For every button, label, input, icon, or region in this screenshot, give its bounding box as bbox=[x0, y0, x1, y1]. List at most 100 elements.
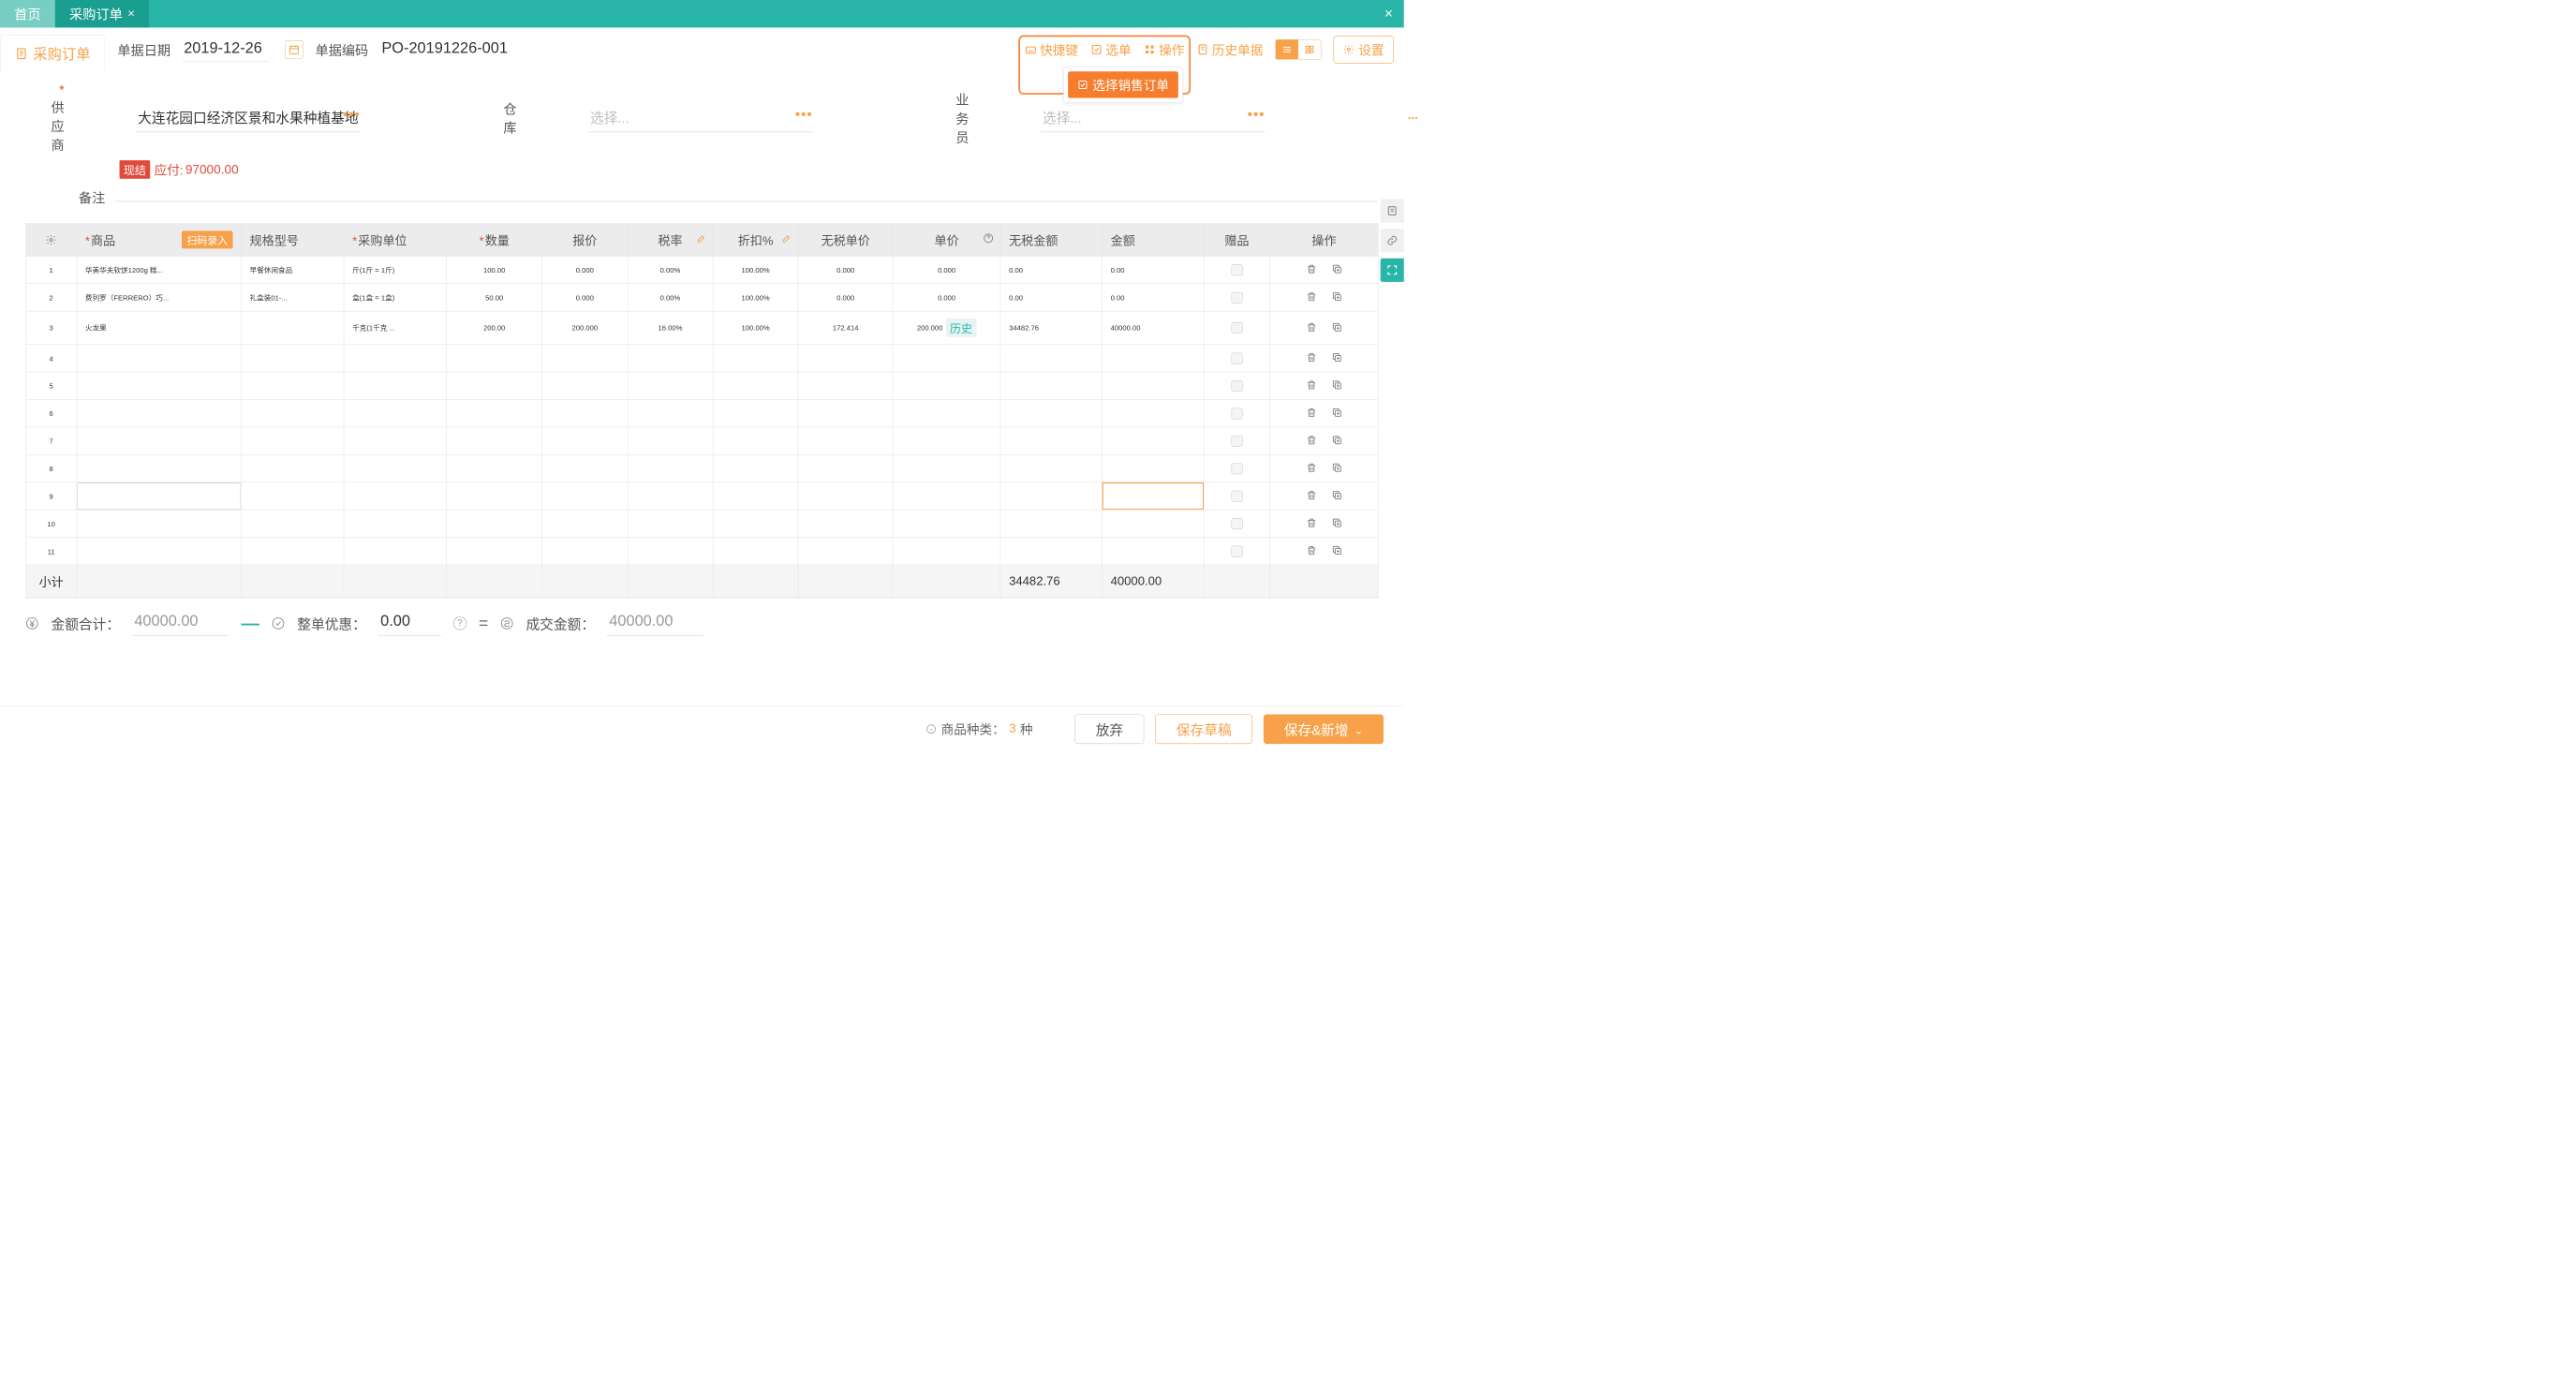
warehouse-more-icon[interactable]: ••• bbox=[795, 107, 813, 123]
cell-discount[interactable]: 100.00% bbox=[713, 257, 798, 284]
table-row[interactable]: 10 bbox=[26, 510, 1378, 537]
table-row[interactable]: 4 bbox=[26, 345, 1378, 372]
cell-qty[interactable]: 50.00 bbox=[447, 284, 542, 311]
select-doc-link[interactable]: 选单 bbox=[1090, 40, 1132, 59]
cell-tax[interactable] bbox=[628, 372, 713, 399]
cell-quote[interactable] bbox=[542, 538, 628, 565]
cell-tax[interactable]: 0.00% bbox=[628, 284, 713, 311]
window-close-icon[interactable]: × bbox=[1373, 0, 1404, 27]
cell-product[interactable]: 华美华夫软饼1200g 糕... bbox=[77, 257, 242, 284]
cell-quote[interactable] bbox=[542, 400, 628, 427]
cell-price[interactable] bbox=[893, 345, 1000, 372]
cell-price[interactable] bbox=[893, 510, 1000, 537]
cell-product[interactable] bbox=[77, 372, 242, 399]
duplicate-row-button[interactable] bbox=[1331, 517, 1342, 530]
col-gear[interactable] bbox=[26, 224, 77, 257]
cell-tax[interactable] bbox=[628, 510, 713, 537]
supplier-more-icon[interactable]: ••• bbox=[343, 107, 361, 123]
cell-price[interactable] bbox=[893, 400, 1000, 427]
cell-discount[interactable] bbox=[713, 538, 798, 565]
cell-notax-price[interactable] bbox=[798, 455, 893, 482]
cell-discount[interactable] bbox=[713, 455, 798, 482]
cell-qty[interactable]: 200.00 bbox=[447, 311, 542, 344]
cell-quote[interactable] bbox=[542, 427, 628, 454]
table-row[interactable]: 7 bbox=[26, 427, 1378, 454]
cell-notax-amount[interactable] bbox=[1000, 400, 1103, 427]
tab-close-icon[interactable]: × bbox=[127, 7, 135, 21]
cell-amount[interactable]: 40000.00 bbox=[1103, 311, 1205, 344]
cell-quote[interactable]: 0.000 bbox=[542, 257, 628, 284]
delete-row-button[interactable] bbox=[1306, 462, 1317, 475]
cell-spec[interactable] bbox=[242, 538, 345, 565]
document-tab[interactable]: 采购订单 bbox=[0, 35, 105, 71]
cell-price[interactable]: 0.000 bbox=[893, 257, 1000, 284]
cell-spec[interactable] bbox=[242, 510, 345, 537]
cell-product[interactable] bbox=[77, 345, 242, 372]
table-row[interactable]: 3 火龙果 千克(1千克 ... 200.00 200.000 16.00% 1… bbox=[26, 311, 1378, 344]
gift-checkbox[interactable] bbox=[1231, 264, 1242, 275]
cell-discount[interactable] bbox=[713, 510, 798, 537]
cell-tax[interactable] bbox=[628, 455, 713, 482]
duplicate-row-button[interactable] bbox=[1331, 435, 1342, 448]
cell-gift[interactable] bbox=[1204, 311, 1270, 344]
help-icon[interactable] bbox=[983, 232, 994, 247]
cell-tax[interactable] bbox=[628, 482, 713, 510]
tab-home[interactable]: 首页 bbox=[0, 0, 55, 27]
cell-notax-amount[interactable] bbox=[1000, 345, 1103, 372]
cell-amount[interactable] bbox=[1103, 510, 1205, 537]
delete-row-button[interactable] bbox=[1306, 291, 1317, 304]
cell-quote[interactable] bbox=[542, 345, 628, 372]
cell-spec[interactable] bbox=[242, 372, 345, 399]
date-value[interactable]: 2019-12-26 bbox=[183, 37, 268, 62]
duplicate-row-button[interactable] bbox=[1331, 407, 1342, 420]
cell-tax[interactable] bbox=[628, 538, 713, 565]
cell-notax-amount[interactable]: 0.00 bbox=[1000, 257, 1103, 284]
cell-unit[interactable]: 盒(1盒 = 1盒) bbox=[344, 284, 447, 311]
cell-price[interactable]: 0.000 bbox=[893, 284, 1000, 311]
salesman-field[interactable]: 选择... ••• bbox=[1041, 104, 1266, 133]
view-card-button[interactable] bbox=[1298, 40, 1321, 60]
duplicate-row-button[interactable] bbox=[1331, 291, 1342, 304]
cell-qty[interactable] bbox=[447, 427, 542, 454]
cell-gift[interactable] bbox=[1204, 345, 1270, 372]
cell-product[interactable] bbox=[77, 482, 242, 510]
cell-unit[interactable]: 斤(1斤 = 1斤) bbox=[344, 257, 447, 284]
gift-checkbox[interactable] bbox=[1231, 518, 1242, 529]
cell-qty[interactable]: 100.00 bbox=[447, 257, 542, 284]
cell-gift[interactable] bbox=[1204, 372, 1270, 399]
tab-active[interactable]: 采购订单 × bbox=[55, 0, 149, 27]
cell-gift[interactable] bbox=[1204, 482, 1270, 510]
cell-tax[interactable]: 16.00% bbox=[628, 311, 713, 344]
duplicate-row-button[interactable] bbox=[1331, 263, 1342, 276]
gift-checkbox[interactable] bbox=[1231, 436, 1242, 447]
warehouse-field[interactable]: 选择... ••• bbox=[588, 104, 813, 133]
table-row[interactable]: 6 bbox=[26, 400, 1378, 427]
cell-notax-amount[interactable]: 0.00 bbox=[1000, 284, 1103, 311]
cell-amount[interactable] bbox=[1103, 455, 1205, 482]
cell-notax-price[interactable] bbox=[798, 482, 893, 510]
cell-gift[interactable] bbox=[1204, 510, 1270, 537]
cell-price[interactable] bbox=[893, 455, 1000, 482]
cell-quote[interactable]: 0.000 bbox=[542, 284, 628, 311]
table-row[interactable]: 9 bbox=[26, 482, 1378, 510]
cell-spec[interactable] bbox=[242, 311, 345, 344]
cell-gift[interactable] bbox=[1204, 538, 1270, 565]
cell-notax-price[interactable] bbox=[798, 510, 893, 537]
delete-row-button[interactable] bbox=[1306, 407, 1317, 420]
cell-unit[interactable] bbox=[344, 427, 447, 454]
cell-amount[interactable]: 0.00 bbox=[1103, 257, 1205, 284]
cell-tax[interactable] bbox=[628, 427, 713, 454]
cell-discount[interactable] bbox=[713, 482, 798, 510]
cell-qty[interactable] bbox=[447, 372, 542, 399]
cell-spec[interactable] bbox=[242, 400, 345, 427]
discard-button[interactable]: 放弃 bbox=[1074, 714, 1144, 744]
cell-product[interactable] bbox=[77, 427, 242, 454]
cell-tax[interactable] bbox=[628, 345, 713, 372]
cell-notax-price[interactable]: 172.414 bbox=[798, 311, 893, 344]
rail-link-button[interactable] bbox=[1381, 229, 1404, 252]
remark-field[interactable] bbox=[115, 193, 1378, 201]
cell-notax-amount[interactable]: 34482.76 bbox=[1000, 311, 1103, 344]
cell-price[interactable] bbox=[893, 538, 1000, 565]
cell-notax-price[interactable] bbox=[798, 538, 893, 565]
salesman-more-icon[interactable]: ••• bbox=[1248, 107, 1266, 123]
